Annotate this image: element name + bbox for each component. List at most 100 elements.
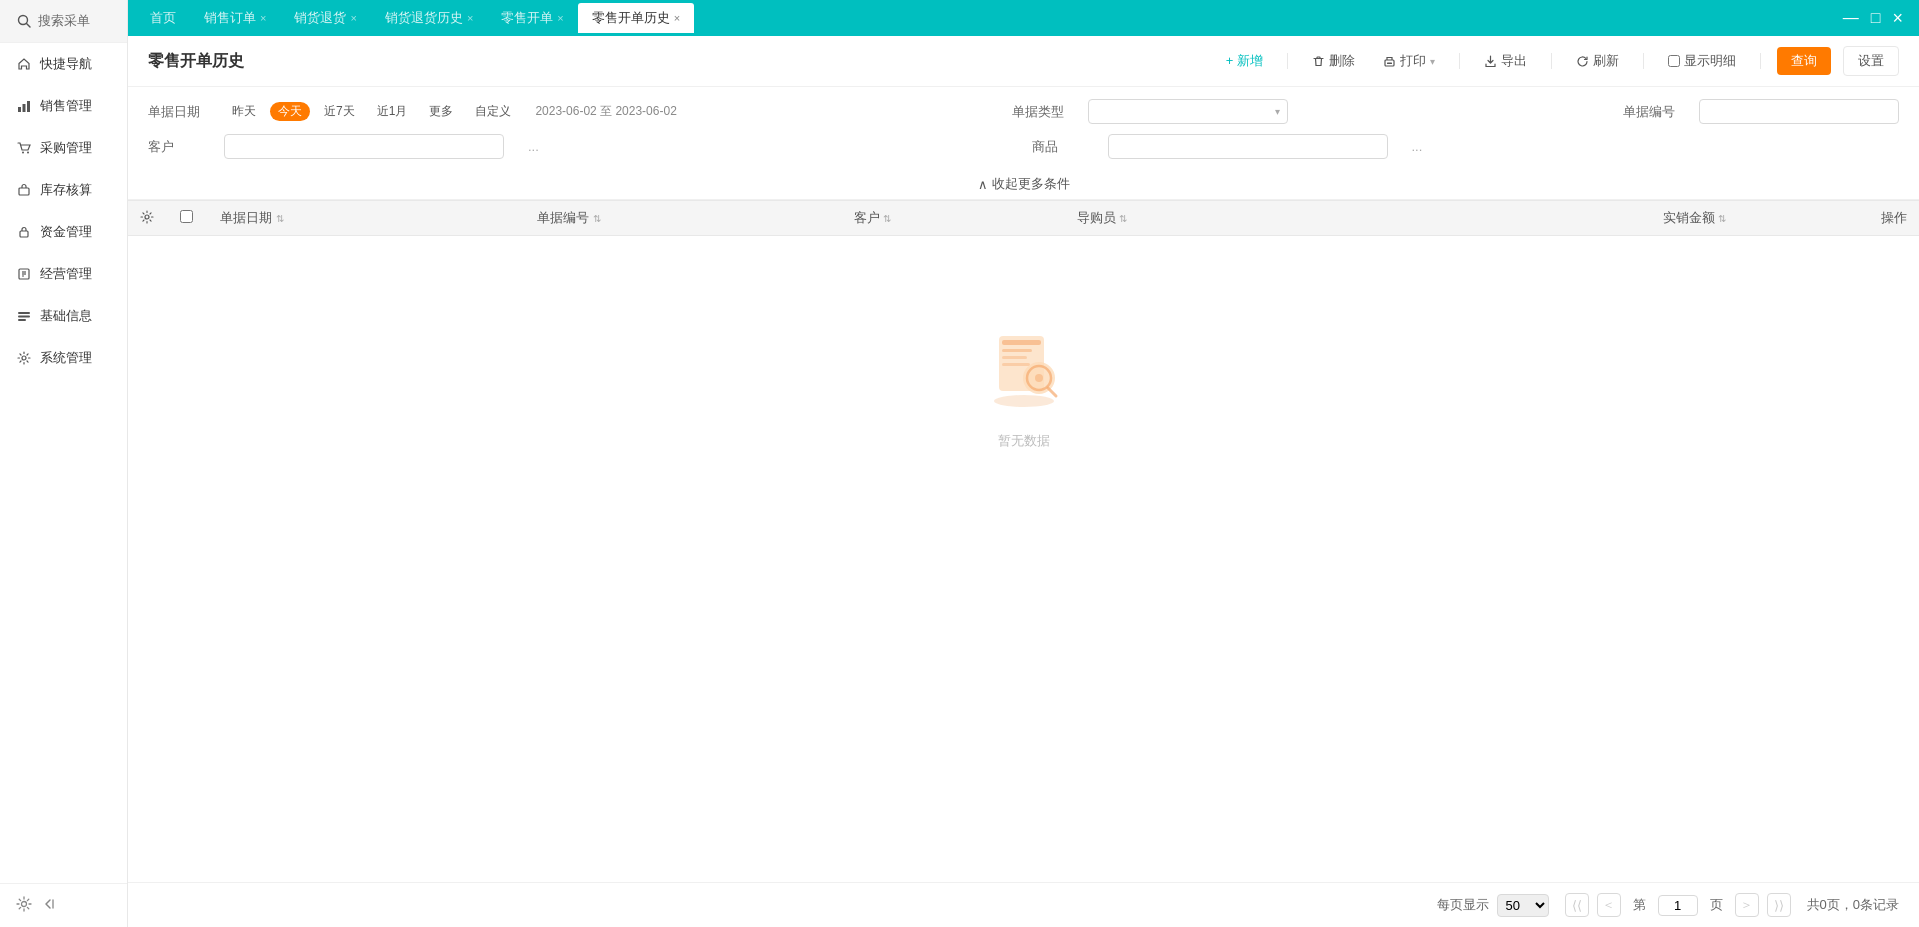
date-opt-7days[interactable]: 近7天 [316,101,363,122]
sidebar-search[interactable]: 搜索采单 [0,0,127,43]
svg-point-31 [1035,374,1043,382]
box-icon [16,182,32,198]
sidebar-item-jingying[interactable]: 经营管理 [0,253,127,295]
home-icon [16,56,32,72]
tab-close-sales-order[interactable]: × [260,12,266,24]
sidebar-item-label: 库存核算 [40,181,92,199]
page-header: 零售开单历史 + 新增 删除 打印 ▾ 导出 刷新 [128,36,1919,87]
th-guide[interactable]: 导购员 ⇅ [1065,201,1335,236]
refresh-button[interactable]: 刷新 [1568,48,1627,74]
sort-icon-customer[interactable]: ⇅ [883,213,891,224]
date-opt-yesterday[interactable]: 昨天 [224,101,264,122]
date-options: 昨天 今天 近7天 近1月 更多 自定义 [224,101,519,122]
report-icon [16,266,32,282]
sidebar-item-kuaijie[interactable]: 快捷导航 [0,43,127,85]
sidebar-item-xiaoshou[interactable]: 销售管理 [0,85,127,127]
sidebar-item-caigou[interactable]: 采购管理 [0,127,127,169]
goods-dots[interactable]: ... [1404,137,1431,156]
maximize-btn[interactable]: □ [1871,9,1881,27]
per-page-select[interactable]: 102050100 [1497,894,1549,917]
tab-close-sales-return-history[interactable]: × [467,12,473,24]
number-input[interactable] [1699,99,1899,124]
print-button[interactable]: 打印 ▾ [1375,48,1443,74]
export-button[interactable]: 导出 [1476,48,1535,74]
sidebar-item-xitong[interactable]: 系统管理 [0,337,127,379]
th-date[interactable]: 单据日期 ⇅ [208,201,525,236]
date-opt-1month[interactable]: 近1月 [369,101,416,122]
th-amount[interactable]: 实销金额 ⇅ [1421,201,1738,236]
select-all-checkbox[interactable] [180,210,193,223]
tab-close-retail-open[interactable]: × [557,12,563,24]
display-detail-checkbox[interactable] [1668,55,1680,67]
svg-point-17 [22,902,27,907]
search-icon [16,13,32,29]
type-select-wrap: ▾ [1088,99,1288,124]
tab-retail-history[interactable]: 零售开单历史 × [578,3,694,33]
sort-icon-amount[interactable]: ⇅ [1718,213,1726,224]
filter-row-2: 客户 ... 商品 ... [148,134,1899,159]
next-page-btn[interactable]: ＞ [1735,893,1759,917]
filter-area: 单据日期 昨天 今天 近7天 近1月 更多 自定义 2023-06-02 至 2… [128,87,1919,200]
pagination: 每页显示 102050100 ⟨⟨ ＜ 第 1 页 ＞ ⟩⟩ 共0页，0条记录 [128,882,1919,927]
date-opt-today[interactable]: 今天 [270,102,310,121]
sidebar-search-label: 搜索采单 [38,12,90,30]
sort-icon-date[interactable]: ⇅ [276,213,284,224]
sidebar: 搜索采单 快捷导航 销售管理 采购管理 库存核算 资金管理 经营 [0,0,128,927]
minimize-btn[interactable]: — [1843,9,1859,27]
collapse-sidebar-icon[interactable] [40,896,56,915]
page-number-input[interactable]: 1 [1658,895,1698,916]
customer-input[interactable] [224,134,504,159]
lock-icon [16,224,32,240]
type-select[interactable] [1088,99,1288,124]
collapse-button[interactable]: ∧ 收起更多条件 [978,169,1070,199]
delete-button[interactable]: 删除 [1304,48,1363,74]
add-button[interactable]: + 新增 [1218,48,1271,74]
tab-close-sales-return[interactable]: × [350,12,356,24]
close-btn[interactable]: × [1892,8,1903,29]
sort-icon-number[interactable]: ⇅ [593,213,601,224]
sidebar-item-kucun[interactable]: 库存核算 [0,169,127,211]
main-content: 首页 销售订单 × 销货退货 × 销货退货历史 × 零售开单 × 零售开单历史 … [128,0,1919,927]
svg-point-16 [22,356,26,360]
th-customer[interactable]: 客户 ⇅ [842,201,1065,236]
goods-label: 商品 [1032,138,1092,156]
sidebar-item-label: 销售管理 [40,97,92,115]
sort-icon-guide[interactable]: ⇅ [1119,213,1127,224]
query-button[interactable]: 查询 [1777,47,1831,75]
tab-close-retail-history[interactable]: × [674,12,680,24]
header-actions: + 新增 删除 打印 ▾ 导出 刷新 [1218,46,1899,76]
th-checkbox[interactable] [168,201,208,236]
tab-sales-order[interactable]: 销售订单 × [190,3,280,33]
total-text: 共0页，0条记录 [1807,896,1899,914]
first-page-btn[interactable]: ⟨⟨ [1565,893,1589,917]
tab-bar: 首页 销售订单 × 销货退货 × 销货退货历史 × 零售开单 × 零售开单历史 … [128,0,1919,36]
tab-retail-open[interactable]: 零售开单 × [487,3,577,33]
sidebar-item-label: 资金管理 [40,223,92,241]
svg-line-1 [27,24,31,28]
display-detail-button[interactable]: 显示明细 [1660,48,1744,74]
tab-sales-return[interactable]: 销货退货 × [280,3,370,33]
divider5 [1760,53,1761,69]
th-number[interactable]: 单据编号 ⇅ [525,201,842,236]
goods-input[interactable] [1108,134,1388,159]
th-settings[interactable] [128,201,168,236]
type-label: 单据类型 [1012,103,1072,121]
svg-rect-26 [1002,356,1027,359]
divider2 [1459,53,1460,69]
svg-point-6 [27,152,29,154]
prev-page-btn[interactable]: ＜ [1597,893,1621,917]
sidebar-item-zijin[interactable]: 资金管理 [0,211,127,253]
sidebar-bottom [0,883,127,927]
tab-home[interactable]: 首页 [136,3,190,33]
date-opt-more[interactable]: 更多 [421,101,461,122]
th-spacer [1334,201,1421,236]
date-opt-custom[interactable]: 自定义 [467,101,519,122]
settings-icon[interactable] [16,896,32,915]
tab-sales-return-history[interactable]: 销货退货历史 × [371,3,487,33]
th-action: 操作 [1738,201,1919,236]
filter-row-1: 单据日期 昨天 今天 近7天 近1月 更多 自定义 2023-06-02 至 2… [148,99,1899,124]
sidebar-item-jichu[interactable]: 基础信息 [0,295,127,337]
last-page-btn[interactable]: ⟩⟩ [1767,893,1791,917]
customer-dots[interactable]: ... [520,137,547,156]
settings-btn[interactable]: 设置 [1843,46,1899,76]
